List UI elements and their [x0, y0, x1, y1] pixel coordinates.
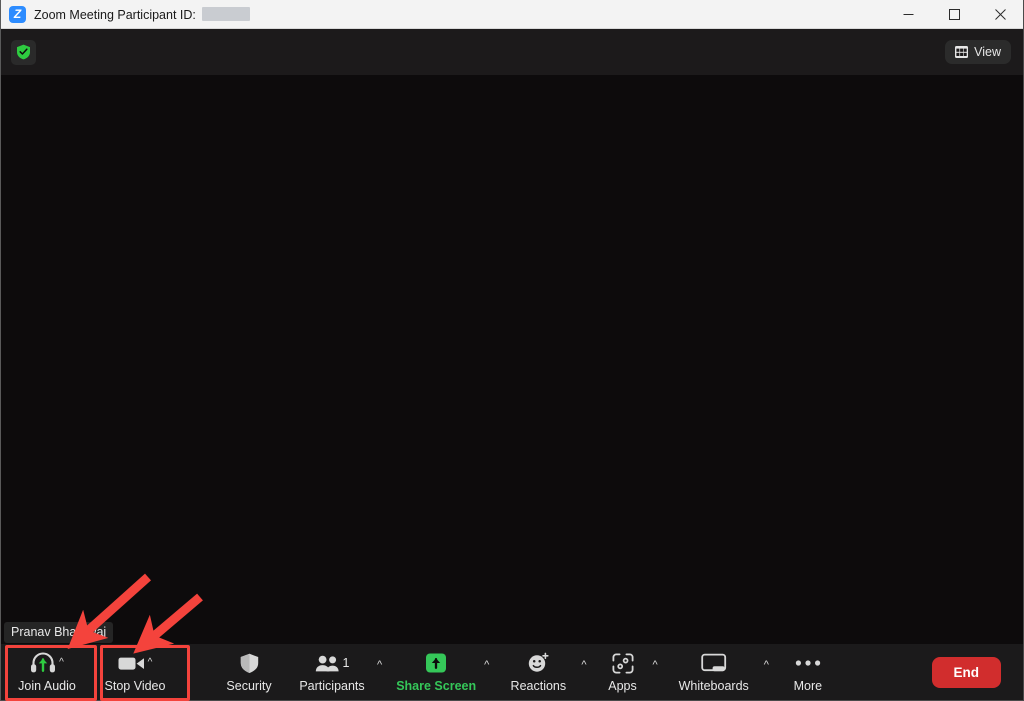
video-stage: Pranav Bhardwaj [1, 75, 1023, 644]
whiteboard-icon [700, 653, 726, 671]
video-camera-icon [118, 657, 144, 670]
participants-icon [315, 655, 339, 671]
share-screen-label: Share Screen [396, 679, 477, 693]
whiteboards-icon-row [700, 651, 727, 675]
stop-video-label: Stop Video [104, 679, 166, 693]
participants-count: 1 [342, 656, 350, 670]
more-dots-icon [795, 660, 821, 666]
reactions-icon-row [527, 651, 550, 675]
participants-icon-row: 1 [315, 651, 350, 675]
join-audio-button[interactable]: ^ Join Audio [3, 644, 91, 700]
reactions-chevron-icon[interactable]: ^ [579, 644, 594, 700]
view-layout-button[interactable]: View [945, 40, 1011, 64]
join-audio-chevron-icon[interactable]: ^ [59, 658, 64, 668]
encryption-status-button[interactable] [11, 39, 36, 65]
view-button-label: View [974, 45, 1001, 59]
participants-label: Participants [299, 679, 365, 693]
participant-id-redacted [201, 6, 250, 21]
shield-icon [240, 653, 258, 673]
whiteboards-button[interactable]: Whiteboards [666, 644, 762, 700]
reactions-label: Reactions [510, 679, 567, 693]
apps-icon [612, 653, 634, 673]
shield-check-icon [17, 44, 30, 60]
window-controls [885, 0, 1023, 29]
end-meeting-button[interactable]: End [931, 656, 1001, 688]
whiteboards-label: Whiteboards [678, 679, 749, 693]
participants-button[interactable]: 1 Participants [289, 644, 375, 700]
meeting-toolbar: ^ Join Audio ^ Stop Video Security 1 Par… [1, 644, 1023, 700]
participants-chevron-icon[interactable]: ^ [375, 644, 390, 700]
maximize-button[interactable] [931, 0, 977, 29]
more-icon-row [795, 651, 821, 675]
grid-view-icon [955, 46, 969, 58]
stop-video-button[interactable]: ^ Stop Video [91, 644, 179, 700]
share-screen-chevron-icon[interactable]: ^ [482, 644, 497, 700]
security-icon-row [240, 651, 259, 675]
share-screen-icon [426, 653, 447, 673]
more-label: More [793, 679, 823, 693]
share-screen-icon-row [424, 651, 448, 675]
close-button[interactable] [977, 0, 1023, 29]
window-title-text: Zoom Meeting Participant ID: [34, 7, 196, 22]
security-button[interactable]: Security [209, 644, 289, 700]
security-label: Security [226, 679, 272, 693]
meeting-header-bar: View [1, 29, 1023, 75]
apps-label: Apps [608, 679, 637, 693]
apps-icon-row [612, 651, 634, 675]
join-audio-label: Join Audio [18, 679, 76, 693]
title-bar-left: Z Zoom Meeting Participant ID: [1, 5, 885, 23]
apps-button[interactable]: Apps [595, 644, 651, 700]
window-title: Zoom Meeting Participant ID: [34, 6, 250, 22]
stop-video-chevron-icon[interactable]: ^ [148, 658, 153, 668]
zoom-logo-icon: Z [9, 5, 26, 23]
zoom-meeting-window: Z Zoom Meeting Participant ID: View Pran… [0, 0, 1024, 701]
apps-chevron-icon[interactable]: ^ [651, 644, 666, 700]
share-screen-button[interactable]: Share Screen [390, 644, 482, 700]
self-name-label: Pranav Bhardwaj [4, 622, 114, 643]
whiteboards-chevron-icon[interactable]: ^ [762, 644, 777, 700]
stop-video-icon-row: ^ [118, 651, 153, 675]
reactions-button[interactable]: Reactions [497, 644, 579, 700]
reactions-smiley-icon [528, 652, 549, 672]
more-button[interactable]: More [777, 644, 839, 700]
headset-join-audio-icon [31, 652, 56, 673]
window-title-bar: Z Zoom Meeting Participant ID: [1, 0, 1023, 29]
minimize-button[interactable] [885, 0, 931, 29]
join-audio-icon-row: ^ [30, 651, 64, 675]
